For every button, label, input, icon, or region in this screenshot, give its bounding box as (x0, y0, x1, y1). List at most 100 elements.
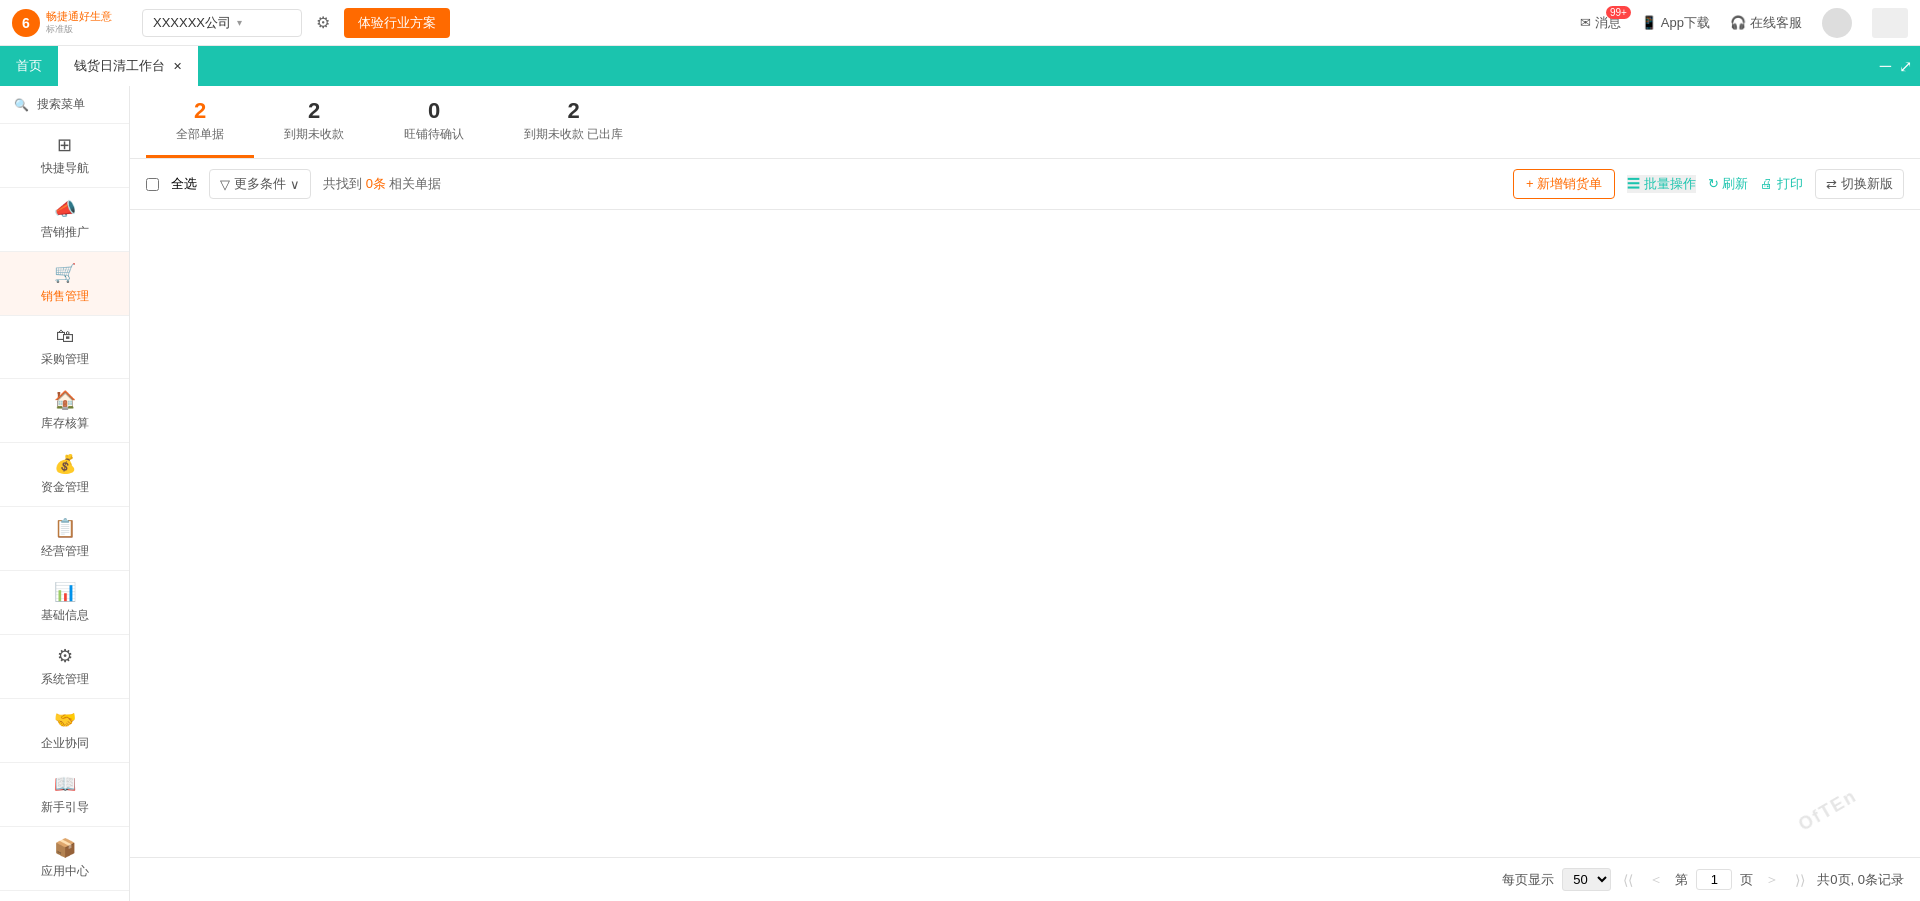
sidebar-label-system: 系统管理 (41, 671, 89, 688)
tab-qhrc[interactable]: 钱货日清工作台 ✕ (58, 46, 198, 86)
sidebar-label-app-center: 应用中心 (41, 863, 89, 880)
megaphone-icon: 📣 (54, 198, 76, 220)
sidebar: 🔍 搜索菜单 ⊞ 快捷导航 📣 营销推广 🛒 销售管理 🛍 采购管理 🏠 库存核… (0, 86, 130, 901)
sidebar-item-newbie[interactable]: 📖 新手引导 (0, 763, 129, 827)
stats-count-wangpu: 0 (428, 98, 440, 124)
stats-label-overdue: 到期未收款 (284, 126, 344, 143)
sidebar-item-operation[interactable]: 📋 经营管理 (0, 507, 129, 571)
money-icon: 💰 (54, 453, 76, 475)
sidebar-item-app-center[interactable]: 📦 应用中心 (0, 827, 129, 891)
found-text: 共找到 0条 相关单据 (323, 175, 441, 193)
search-label: 搜索菜单 (37, 96, 85, 113)
company-selector[interactable]: XXXXXX公司 ▾ (142, 9, 302, 37)
tab-home[interactable]: 首页 (0, 46, 58, 86)
sidebar-label-quick-nav: 快捷导航 (41, 160, 89, 177)
found-count: 0条 (366, 176, 386, 191)
tab-minimize-button[interactable]: ─ (1880, 57, 1891, 76)
filter-label: 更多条件 (234, 175, 286, 193)
logo-icon: 6 (12, 9, 40, 37)
refresh-button[interactable]: ↻ 刷新 (1708, 175, 1749, 193)
prev-page-button[interactable]: ＜ (1645, 869, 1667, 891)
logo-text-area: 畅捷通好生意 标准版 (46, 9, 112, 36)
sidebar-item-basic-info[interactable]: 📊 基础信息 (0, 571, 129, 635)
sidebar-item-enterprise[interactable]: 🤝 企业协同 (0, 699, 129, 763)
app-download-action[interactable]: 📱 App下载 (1641, 14, 1710, 32)
sidebar-label-sales: 销售管理 (41, 288, 89, 305)
sidebar-item-system[interactable]: ⚙ 系统管理 (0, 635, 129, 699)
app-download-label: App下载 (1661, 14, 1710, 32)
batch-icon: ☰ (1627, 176, 1640, 191)
sidebar-search[interactable]: 🔍 搜索菜单 (0, 86, 129, 124)
sidebar-item-purchase[interactable]: 🛍 采购管理 (0, 316, 129, 379)
app-edition: 标准版 (46, 23, 112, 36)
house-icon: 🏠 (54, 389, 76, 411)
stats-label-wangpu: 旺铺待确认 (404, 126, 464, 143)
next-page-button[interactable]: ＞ (1761, 869, 1783, 891)
tab-maximize-button[interactable]: ⤢ (1899, 57, 1912, 76)
sidebar-item-wechat[interactable]: 💬 企业微信 (0, 891, 129, 901)
toolbar: 全选 ▽ 更多条件 ∨ 共找到 0条 相关单据 + 新增销货单 ☰ 批量操作 ↻… (130, 159, 1920, 210)
avatar[interactable] (1822, 8, 1852, 38)
last-page-button[interactable]: ⟩⟩ (1791, 870, 1809, 890)
sidebar-item-finance[interactable]: 💰 资金管理 (0, 443, 129, 507)
filter-chevron: ∨ (290, 177, 300, 192)
message-badge: 99+ (1606, 6, 1631, 19)
main-content: 2 全部单据 2 到期未收款 0 旺铺待确认 2 到期未收款 已出库 全选 ▽ … (130, 86, 1920, 901)
stats-tab-all[interactable]: 2 全部单据 (146, 86, 254, 158)
book-icon: 📖 (54, 773, 76, 795)
filter-button[interactable]: ▽ 更多条件 ∨ (209, 169, 311, 199)
page-suffix: 页 (1740, 871, 1753, 889)
tab-qhrc-label: 钱货日清工作台 (74, 57, 165, 75)
sidebar-label-marketing: 营销推广 (41, 224, 89, 241)
first-page-button[interactable]: ⟨⟨ (1619, 870, 1637, 890)
user-name-area[interactable] (1872, 8, 1908, 38)
top-header: 6 畅捷通好生意 标准版 XXXXXX公司 ▾ ⚙ 体验行业方案 ✉ 消息 99… (0, 0, 1920, 46)
handshake-icon: 🤝 (54, 709, 76, 731)
add-sales-button[interactable]: + 新增销货单 (1513, 169, 1615, 199)
sidebar-item-quick-nav[interactable]: ⊞ 快捷导航 (0, 124, 129, 188)
online-service-action[interactable]: 🎧 在线客服 (1730, 14, 1802, 32)
select-all-checkbox[interactable] (146, 178, 159, 191)
stats-label-all: 全部单据 (176, 126, 224, 143)
company-name: XXXXXX公司 (153, 14, 231, 32)
refresh-label: 刷新 (1722, 176, 1748, 191)
print-button[interactable]: 🖨 打印 (1760, 175, 1803, 193)
stats-tabs: 2 全部单据 2 到期未收款 0 旺铺待确认 2 到期未收款 已出库 (130, 86, 1920, 159)
chart-icon: 📊 (54, 581, 76, 603)
trial-button[interactable]: 体验行业方案 (344, 8, 450, 38)
message-action[interactable]: ✉ 消息 99+ (1580, 14, 1621, 32)
sidebar-item-sales[interactable]: 🛒 销售管理 (0, 252, 129, 316)
batch-operation-button[interactable]: ☰ 批量操作 (1627, 175, 1696, 193)
page-label: 第 (1675, 871, 1688, 889)
gear-icon: ⚙ (57, 645, 73, 667)
filter-icon: ▽ (220, 177, 230, 192)
sidebar-label-basic-info: 基础信息 (41, 607, 89, 624)
header-right: ✉ 消息 99+ 📱 App下载 🎧 在线客服 (1580, 8, 1908, 38)
settings-icon[interactable]: ⚙ (312, 9, 334, 36)
tab-close-icon[interactable]: ✕ (173, 60, 182, 73)
logo-area: 6 畅捷通好生意 标准版 (12, 9, 142, 37)
switch-version-button[interactable]: ⇄ 切换新版 (1815, 169, 1904, 199)
total-label: 共0页, 0条记录 (1817, 871, 1904, 889)
table-area (130, 210, 1920, 857)
app-name: 畅捷通好生意 (46, 9, 112, 23)
print-icon: 🖨 (1760, 176, 1773, 191)
grid-icon: ⊞ (57, 134, 72, 156)
sidebar-label-newbie: 新手引导 (41, 799, 89, 816)
pagination: 每页显示 50 ⟨⟨ ＜ 第 页 ＞ ⟩⟩ 共0页, 0条记录 (130, 857, 1920, 901)
stats-count-all: 2 (194, 98, 206, 124)
stats-count-overdue: 2 (308, 98, 320, 124)
box-icon: 📦 (54, 837, 76, 859)
stats-tab-overdue[interactable]: 2 到期未收款 (254, 86, 374, 158)
sidebar-item-marketing[interactable]: 📣 营销推广 (0, 188, 129, 252)
stats-tab-wangpu[interactable]: 0 旺铺待确认 (374, 86, 494, 158)
stats-count-shipped: 2 (568, 98, 580, 124)
purchase-icon: 🛍 (56, 326, 74, 347)
per-page-label: 每页显示 (1502, 871, 1554, 889)
stats-tab-shipped[interactable]: 2 到期未收款 已出库 (494, 86, 653, 158)
switch-label: 切换新版 (1841, 175, 1893, 193)
found-suffix: 相关单据 (389, 176, 441, 191)
sidebar-item-inventory[interactable]: 🏠 库存核算 (0, 379, 129, 443)
per-page-select[interactable]: 50 (1562, 868, 1611, 891)
page-input[interactable] (1696, 869, 1732, 890)
